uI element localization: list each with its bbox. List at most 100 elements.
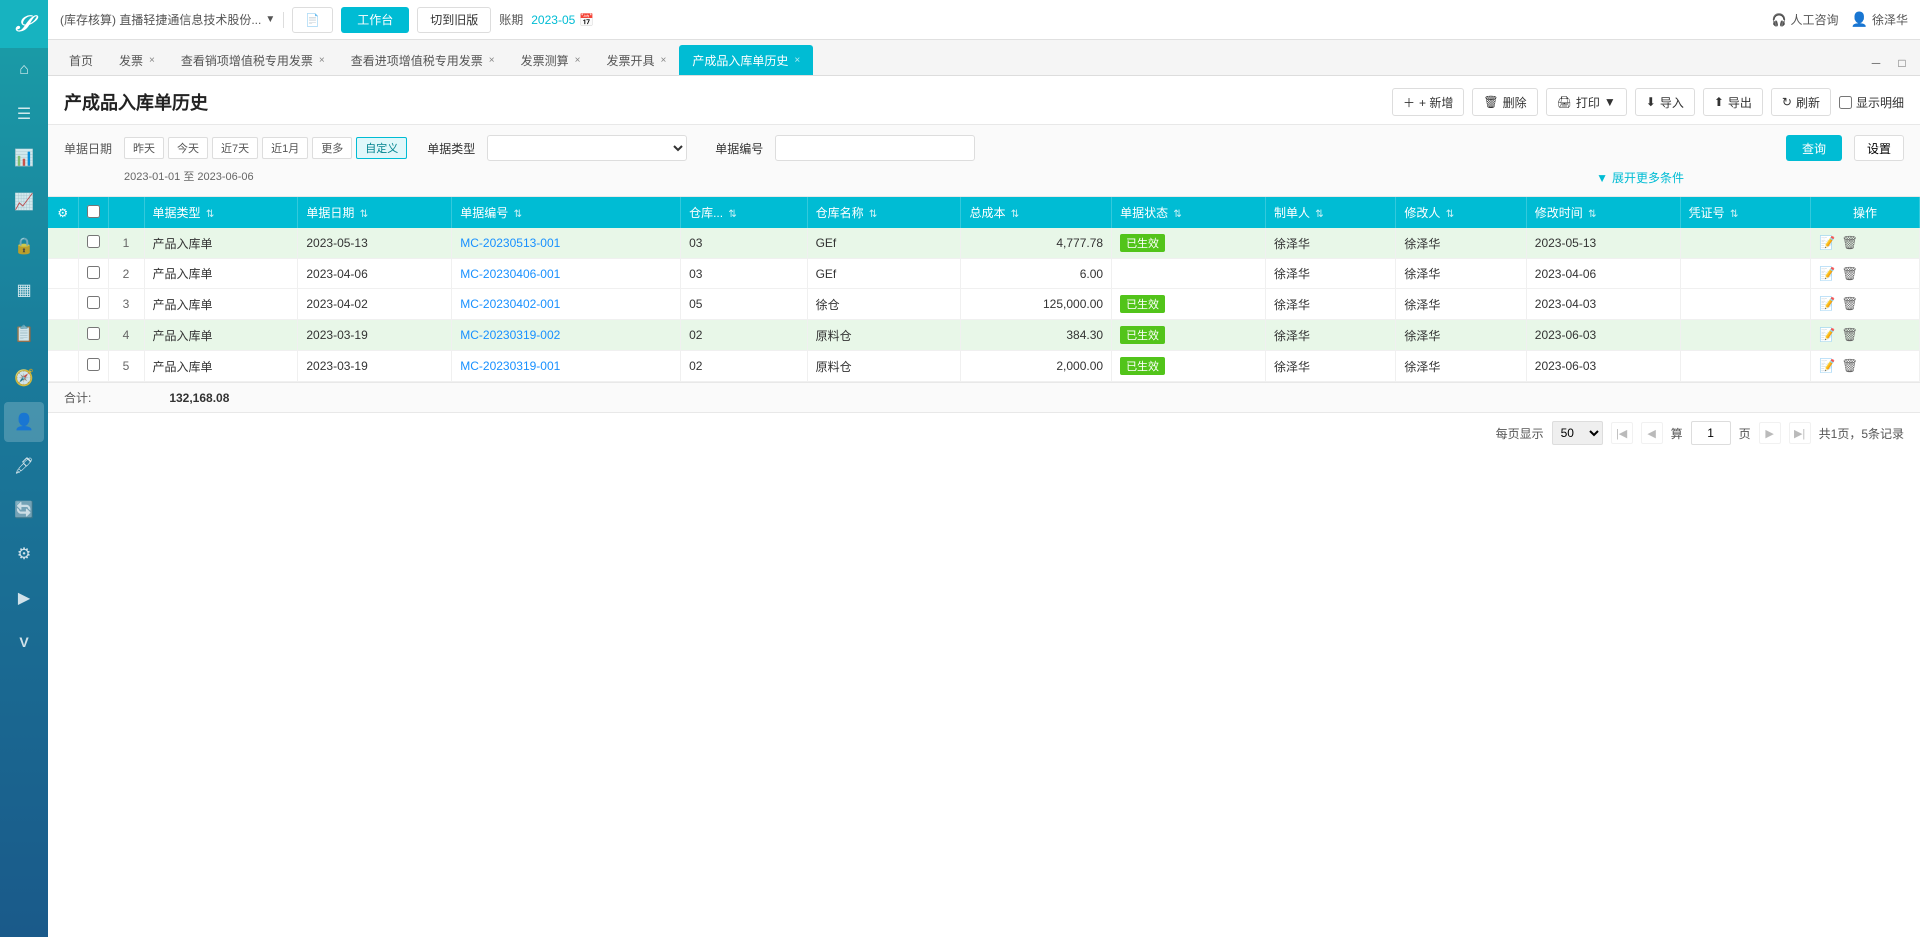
th-status[interactable]: 单据状态 ⇅: [1112, 197, 1266, 228]
th-voucher[interactable]: 凭证号 ⇅: [1680, 197, 1810, 228]
tab-invoice[interactable]: 发票 ×: [106, 45, 168, 75]
first-page-btn[interactable]: |◀: [1611, 422, 1633, 444]
row-edit-btn-1[interactable]: 📝: [1819, 266, 1835, 282]
company-selector[interactable]: (库存核算) 直播轻捷通信息技术股份... ▼: [60, 11, 275, 28]
user-menu[interactable]: 👤 徐泽华: [1851, 11, 1908, 28]
sidebar-item-stamp[interactable]: 🖋: [4, 446, 44, 486]
th-modify-time[interactable]: 修改时间 ⇅: [1526, 197, 1680, 228]
row-checkbox-cell-0[interactable]: [78, 228, 108, 259]
row-delete-btn-1[interactable]: 🗑: [1841, 266, 1858, 282]
tab-view-purchase-close[interactable]: ×: [489, 55, 495, 66]
btn-custom[interactable]: 自定义: [356, 137, 407, 159]
refresh-btn[interactable]: ↻ 刷新: [1771, 88, 1831, 116]
row-edit-btn-4[interactable]: 📝: [1819, 358, 1835, 374]
row-delete-btn-3[interactable]: 🗑: [1841, 327, 1858, 343]
row-checkbox-cell-4[interactable]: [78, 351, 108, 382]
row-checkbox-4[interactable]: [87, 358, 100, 371]
th-type[interactable]: 单据类型 ⇅: [144, 197, 298, 228]
sidebar-item-lock[interactable]: 🔒: [4, 226, 44, 266]
settings-filter-btn[interactable]: 设置: [1854, 135, 1904, 161]
row-number-4[interactable]: MC-20230319-001: [452, 351, 681, 382]
th-date[interactable]: 单据日期 ⇅: [298, 197, 452, 228]
tab-home[interactable]: 首页: [56, 45, 106, 75]
th-creator[interactable]: 制单人 ⇅: [1265, 197, 1395, 228]
tab-open[interactable]: 发票开具 ×: [593, 45, 679, 75]
row-edit-btn-3[interactable]: 📝: [1819, 327, 1835, 343]
row-number-3[interactable]: MC-20230319-002: [452, 320, 681, 351]
th-checkbox[interactable]: [78, 197, 108, 228]
tab-invoice-close[interactable]: ×: [149, 55, 155, 66]
th-settings[interactable]: ⚙: [48, 197, 78, 228]
row-delete-btn-4[interactable]: 🗑: [1841, 358, 1858, 374]
th-total-cost[interactable]: 总成本 ⇅: [961, 197, 1112, 228]
btn-more[interactable]: 更多: [312, 137, 352, 159]
query-btn[interactable]: 查询: [1786, 135, 1842, 161]
sidebar-item-grid[interactable]: ▦: [4, 270, 44, 310]
show-detail-label[interactable]: 显示明细: [1839, 94, 1904, 111]
sidebar-item-person[interactable]: 👤: [4, 402, 44, 442]
th-warehouse-name[interactable]: 仓库名称 ⇅: [807, 197, 961, 228]
page-number-input[interactable]: [1691, 421, 1731, 445]
tab-calc-close[interactable]: ×: [575, 55, 581, 66]
row-checkbox-cell-2[interactable]: [78, 289, 108, 320]
row-checkbox-cell-1[interactable]: [78, 259, 108, 289]
print-btn[interactable]: 🖨 打印 ▼: [1546, 88, 1627, 116]
export-btn[interactable]: ⬆ 导出: [1703, 88, 1763, 116]
tab-minimize-btn[interactable]: ─: [1866, 53, 1886, 73]
sidebar-item-chart[interactable]: 📊: [4, 138, 44, 178]
sidebar-item-docs[interactable]: ☰: [4, 94, 44, 134]
sidebar-item-play[interactable]: ▶: [4, 578, 44, 618]
row-delete-btn-2[interactable]: 🗑: [1841, 296, 1858, 312]
row-number-2[interactable]: MC-20230402-001: [452, 289, 681, 320]
sidebar-item-home[interactable]: ⌂: [4, 50, 44, 90]
doc-btn[interactable]: 📄: [292, 7, 333, 33]
sidebar-item-refresh2[interactable]: 🔄: [4, 490, 44, 530]
calendar-icon[interactable]: 📅: [579, 13, 594, 27]
row-checkbox-3[interactable]: [87, 327, 100, 340]
switch-btn[interactable]: 切到旧版: [417, 7, 491, 33]
btn-today[interactable]: 今天: [168, 137, 208, 159]
prev-page-btn[interactable]: ◀: [1641, 422, 1663, 444]
th-modifier[interactable]: 修改人 ⇅: [1396, 197, 1526, 228]
help-btn[interactable]: 🎧 人工咨询: [1772, 11, 1839, 28]
sidebar-item-v[interactable]: V: [4, 622, 44, 662]
type-select[interactable]: [487, 135, 687, 161]
tab-view-sales-close[interactable]: ×: [319, 55, 325, 66]
show-detail-checkbox[interactable]: [1839, 96, 1852, 109]
tab-view-sales[interactable]: 查看销项增值税专用发票 ×: [168, 45, 338, 75]
import-btn[interactable]: ⬇ 导入: [1635, 88, 1695, 116]
btn-1month[interactable]: 近1月: [262, 137, 308, 159]
number-input[interactable]: [775, 135, 975, 161]
th-warehouse-code[interactable]: 仓库... ⇅: [681, 197, 808, 228]
tab-maximize-btn[interactable]: □: [1892, 53, 1912, 73]
row-checkbox-cell-3[interactable]: [78, 320, 108, 351]
select-all-checkbox[interactable]: [87, 205, 100, 218]
btn-yesterday[interactable]: 昨天: [124, 137, 164, 159]
sidebar-item-analytics[interactable]: 📈: [4, 182, 44, 222]
row-checkbox-1[interactable]: [87, 266, 100, 279]
tab-history-close[interactable]: ×: [794, 55, 800, 66]
row-checkbox-2[interactable]: [87, 296, 100, 309]
row-edit-btn-0[interactable]: 📝: [1819, 235, 1835, 251]
row-number-0[interactable]: MC-20230513-001: [452, 228, 681, 259]
workbench-btn[interactable]: 工作台: [341, 7, 409, 33]
tab-calc[interactable]: 发票测算 ×: [508, 45, 594, 75]
tab-history[interactable]: 产成品入库单历史 ×: [679, 45, 813, 75]
row-delete-btn-0[interactable]: 🗑: [1841, 235, 1858, 251]
row-number-1[interactable]: MC-20230406-001: [452, 259, 681, 289]
next-page-btn[interactable]: ▶: [1759, 422, 1781, 444]
sidebar-item-report[interactable]: 📋: [4, 314, 44, 354]
btn-7days[interactable]: 近7天: [212, 137, 258, 159]
tab-open-close[interactable]: ×: [660, 55, 666, 66]
delete-btn[interactable]: 🗑 删除: [1472, 88, 1537, 116]
sidebar-item-nav[interactable]: 🧭: [4, 358, 44, 398]
row-checkbox-0[interactable]: [87, 235, 100, 248]
new-btn[interactable]: ＋ + 新增: [1392, 88, 1464, 116]
sidebar-item-settings[interactable]: ⚙: [4, 534, 44, 574]
tab-view-purchase[interactable]: 查看进项增值税专用发票 ×: [338, 45, 508, 75]
per-page-select[interactable]: 50 10 20 100: [1552, 421, 1603, 445]
row-edit-btn-2[interactable]: 📝: [1819, 296, 1835, 312]
expand-filter-btn[interactable]: ▼ 展开更多条件: [1596, 169, 1684, 186]
th-number[interactable]: 单据编号 ⇅: [452, 197, 681, 228]
last-page-btn[interactable]: ▶|: [1789, 422, 1811, 444]
